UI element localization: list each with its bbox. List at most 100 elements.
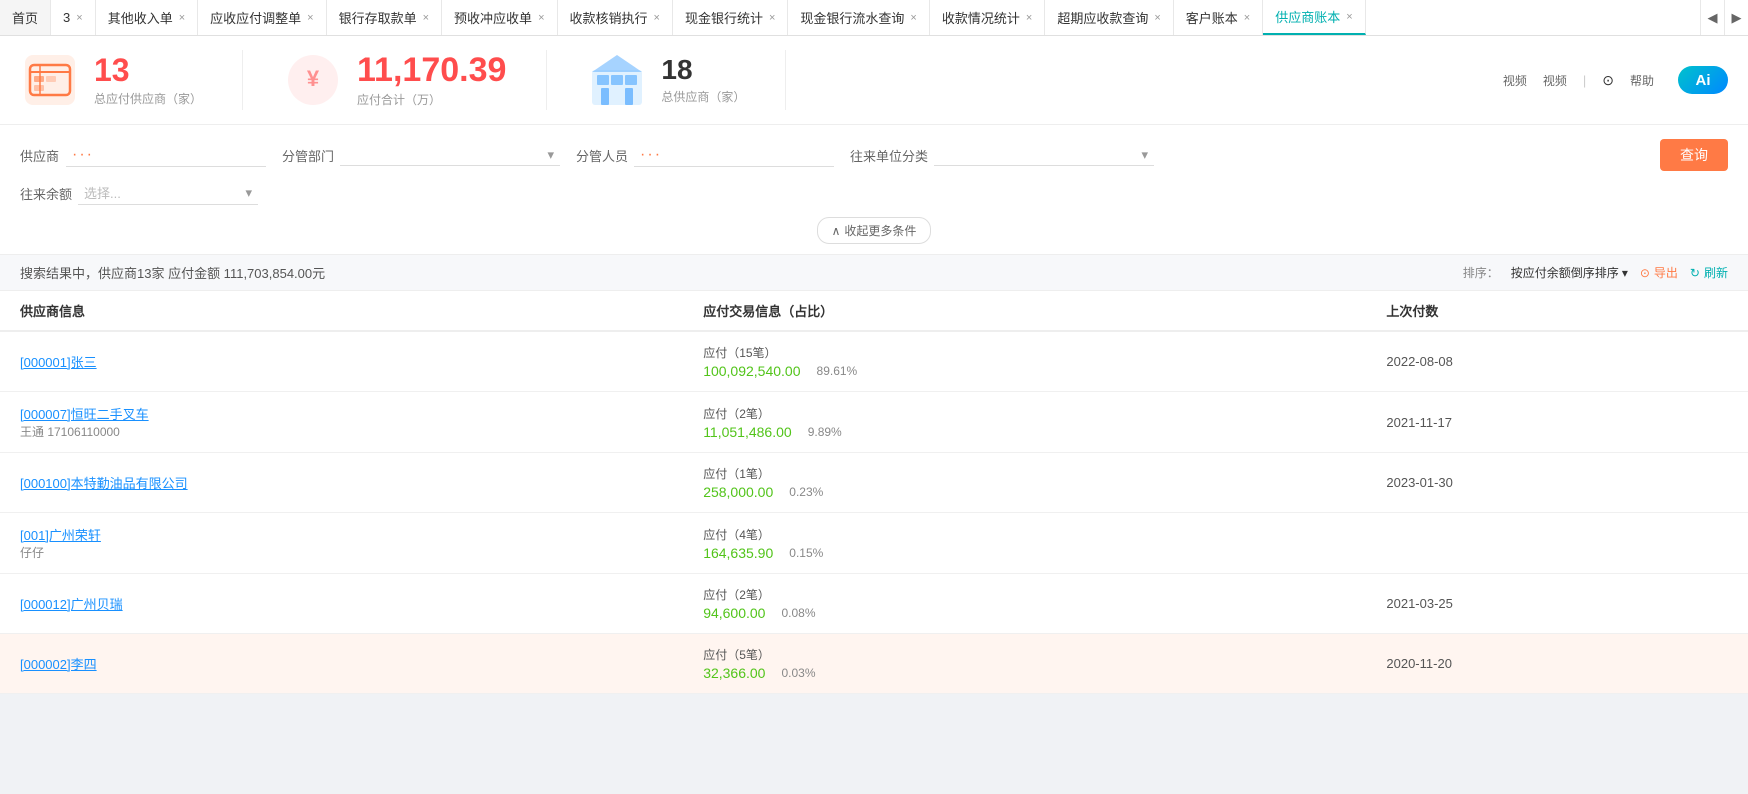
table-area: 供应商信息 应付交易信息（占比） 上次付数 [000001]张三 应付（15笔）… bbox=[0, 291, 1748, 694]
nav-supplier-ledger[interactable]: 供应商账本 × bbox=[1263, 0, 1365, 35]
transaction-cell: 应付（1笔） 258,000.00 0.23% bbox=[703, 465, 1386, 500]
table-row[interactable]: [001]广州荣轩 仔仔 应付（4笔） 164,635.90 0.15% bbox=[0, 513, 1748, 574]
last-payment-cell: 2020-11-20 bbox=[1386, 656, 1728, 671]
supplier-cell: [001]广州荣轩 仔仔 bbox=[20, 525, 703, 561]
close-icon[interactable]: × bbox=[1346, 11, 1352, 23]
amount-pct: 0.03% bbox=[781, 666, 815, 680]
supplier-name-link[interactable]: [001]广州荣轩 bbox=[20, 525, 703, 544]
video-link[interactable]: 视频 bbox=[1503, 72, 1527, 89]
close-icon[interactable]: × bbox=[1154, 12, 1160, 24]
supplier-cell: [000007]恒旺二手叉车 王通 17106110000 bbox=[20, 404, 703, 440]
last-date: 2023-01-30 bbox=[1386, 475, 1453, 490]
ai-button[interactable]: Ai bbox=[1678, 66, 1728, 94]
nav-next-arrow[interactable]: ▶ bbox=[1724, 0, 1748, 36]
table-row[interactable]: [000100]本特勤油品有限公司 应付（1笔） 258,000.00 0.23… bbox=[0, 453, 1748, 513]
stats-bar: 13 总应付供应商（家） ¥ 11,170.39 应付合计（万） bbox=[0, 36, 1748, 125]
col-transaction-info: 应付交易信息（占比） bbox=[703, 301, 1386, 320]
stat1-text: 13 总应付供应商（家） bbox=[94, 54, 202, 107]
stat-payable-total: ¥ 11,170.39 应付合计（万） bbox=[283, 50, 547, 110]
stat1-number: 13 bbox=[94, 54, 202, 86]
amount-pct: 89.61% bbox=[817, 364, 858, 378]
close-icon[interactable]: × bbox=[910, 12, 916, 24]
table-row[interactable]: [000007]恒旺二手叉车 王通 17106110000 应付（2笔） 11,… bbox=[0, 392, 1748, 453]
sort-select[interactable]: 按应付余额倒序排序 ▾ bbox=[1511, 264, 1628, 281]
supplier-sub: 王通 17106110000 bbox=[20, 425, 120, 439]
nav-prev-arrow[interactable]: ◀ bbox=[1700, 0, 1724, 36]
nav-ar-ap-adjust[interactable]: 应收应付调整单 × bbox=[198, 0, 326, 35]
trans-label: 应付（2笔） bbox=[703, 405, 1386, 422]
chevron-down-icon: ▾ bbox=[1142, 147, 1149, 163]
close-icon[interactable]: × bbox=[1244, 12, 1250, 24]
payable-total-icon: ¥ bbox=[283, 50, 343, 110]
refresh-icon: ↻ bbox=[1690, 266, 1700, 280]
svg-text:¥: ¥ bbox=[307, 66, 320, 91]
filter-person: 分管人员 ··· bbox=[576, 144, 834, 167]
refresh-button[interactable]: ↻ 刷新 bbox=[1690, 264, 1728, 281]
close-icon[interactable]: × bbox=[76, 12, 82, 24]
close-icon[interactable]: × bbox=[654, 12, 660, 24]
last-payment-cell: 2021-11-17 bbox=[1386, 415, 1728, 430]
supplier-name-link[interactable]: [000001]张三 bbox=[20, 352, 703, 371]
collapse-button[interactable]: ∧ 收起更多条件 bbox=[817, 217, 932, 244]
last-payment-cell: 2023-01-30 bbox=[1386, 475, 1728, 490]
dept-select[interactable]: ▾ bbox=[340, 145, 560, 166]
nav-customer-ledger[interactable]: 客户账本 × bbox=[1174, 0, 1263, 35]
trans-label: 应付（2笔） bbox=[703, 586, 1386, 603]
balance-select[interactable]: 选择... ▾ bbox=[78, 181, 258, 205]
stat2-label: 应付合计（万） bbox=[357, 91, 506, 108]
filter-row-2: 往来余额 选择... ▾ bbox=[20, 181, 1728, 205]
filter-supplier: 供应商 ··· bbox=[20, 144, 266, 167]
close-icon[interactable]: × bbox=[307, 12, 313, 24]
sort-section: 排序： 按应付余额倒序排序 ▾ ⊙ 导出 ↻ 刷新 bbox=[1463, 264, 1728, 281]
nav-home[interactable]: 首页 bbox=[0, 0, 51, 35]
supplier-name-link[interactable]: [000012]广州贝瑞 bbox=[20, 594, 703, 613]
close-icon[interactable]: × bbox=[769, 12, 775, 24]
balance-label: 往来余额 bbox=[20, 184, 72, 203]
amount-pct: 0.08% bbox=[781, 606, 815, 620]
table-row[interactable]: [000002]李四 应付（5笔） 32,366.00 0.03% 2020-1… bbox=[0, 634, 1748, 694]
supplier-name-link[interactable]: [000007]恒旺二手叉车 bbox=[20, 404, 703, 423]
table-row[interactable]: [000001]张三 应付（15笔） 100,092,540.00 89.61%… bbox=[0, 332, 1748, 392]
nav-cash-bank-flow[interactable]: 现金银行流水查询 × bbox=[788, 0, 929, 35]
nav-other-income[interactable]: 其他收入单 × bbox=[96, 0, 198, 35]
results-summary: 搜索结果中，供应商13家 应付金额 111,703,854.00元 bbox=[20, 263, 325, 282]
close-icon[interactable]: × bbox=[1026, 12, 1032, 24]
transaction-cell: 应付（2笔） 94,600.00 0.08% bbox=[703, 586, 1386, 621]
nav-collection-stat[interactable]: 收款情况统计 × bbox=[930, 0, 1045, 35]
export-button[interactable]: ⊙ 导出 bbox=[1640, 264, 1678, 281]
filter-area: 供应商 ··· 分管部门 ▾ 分管人员 ··· 往来单位分类 ▾ bbox=[0, 125, 1748, 255]
last-date: 2022-08-08 bbox=[1386, 354, 1453, 369]
sort-label: 排序： bbox=[1463, 264, 1499, 281]
category-select[interactable]: ▾ bbox=[934, 145, 1154, 166]
nav-collection-exec[interactable]: 收款核销执行 × bbox=[558, 0, 673, 35]
query-button[interactable]: 查询 bbox=[1660, 139, 1728, 171]
stat2-number: 11,170.39 bbox=[357, 53, 506, 87]
supplier-name-link[interactable]: [000100]本特勤油品有限公司 bbox=[20, 473, 703, 492]
help-label-text[interactable]: 帮助 bbox=[1630, 72, 1654, 89]
amount-value: 32,366.00 bbox=[703, 665, 765, 681]
nav-overdue-ar[interactable]: 超期应收款查询 × bbox=[1045, 0, 1173, 35]
supplier-label: 供应商 bbox=[20, 146, 60, 165]
person-select[interactable]: ··· bbox=[634, 144, 834, 167]
nav-prepay-offset[interactable]: 预收冲应收单 × bbox=[442, 0, 557, 35]
nav-cash-bank-stat[interactable]: 现金银行统计 × bbox=[673, 0, 788, 35]
table-row[interactable]: [000012]广州贝瑞 应付（2笔） 94,600.00 0.08% 2021… bbox=[0, 574, 1748, 634]
category-label: 往来单位分类 bbox=[850, 146, 928, 165]
nav-bank-deposit[interactable]: 银行存取款单 × bbox=[327, 0, 442, 35]
nav-3[interactable]: 3 × bbox=[51, 0, 96, 35]
suppliers-payable-icon bbox=[20, 50, 80, 110]
supplier-select[interactable]: ··· bbox=[66, 144, 266, 167]
supplier-cell: [000012]广州贝瑞 bbox=[20, 594, 703, 613]
close-icon[interactable]: × bbox=[538, 12, 544, 24]
table-header: 供应商信息 应付交易信息（占比） 上次付数 bbox=[0, 291, 1748, 332]
last-date: 2021-03-25 bbox=[1386, 596, 1453, 611]
stat3-text: 18 总供应商（家） bbox=[661, 56, 745, 105]
close-icon[interactable]: × bbox=[423, 12, 429, 24]
total-suppliers-icon bbox=[587, 50, 647, 110]
transaction-cell: 应付（4笔） 164,635.90 0.15% bbox=[703, 526, 1386, 561]
video-label-text[interactable]: 视频 bbox=[1543, 72, 1567, 89]
close-icon[interactable]: × bbox=[179, 12, 185, 24]
supplier-name-link[interactable]: [000002]李四 bbox=[20, 654, 703, 673]
amount-value: 258,000.00 bbox=[703, 484, 773, 500]
last-date: 2021-11-17 bbox=[1386, 415, 1452, 430]
